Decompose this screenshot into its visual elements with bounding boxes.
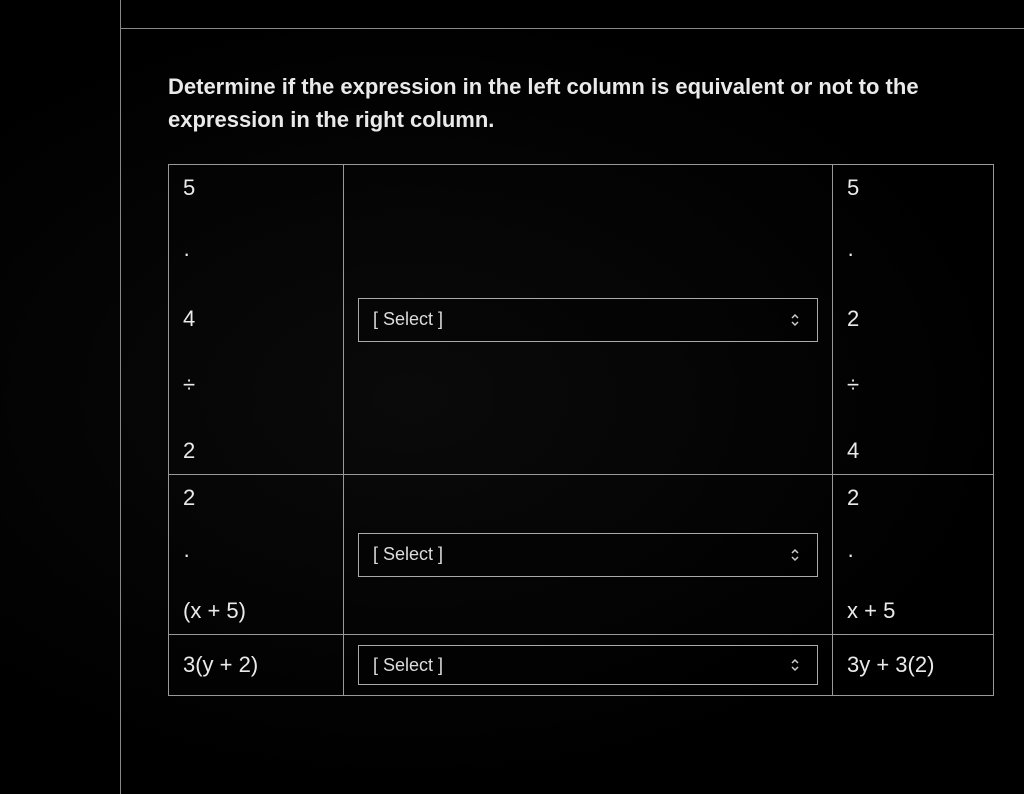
select-label: [ Select ] xyxy=(373,544,443,565)
equivalence-select[interactable]: [ Select ] xyxy=(358,533,818,577)
expr-token: 2 xyxy=(847,485,979,511)
expr-token: 5 xyxy=(183,175,329,201)
left-expression-cell: 5 · 4 ÷ 2 xyxy=(169,165,344,474)
right-expression-cell: 3y + 3(2) xyxy=(833,635,993,695)
expr-token: 2 xyxy=(183,438,329,464)
expr-token: ÷ xyxy=(847,372,979,398)
expr-token: ÷ xyxy=(183,372,329,398)
right-expression-cell: 2 · x + 5 xyxy=(833,475,993,634)
select-label: [ Select ] xyxy=(373,655,443,676)
expr-token: 2 xyxy=(847,306,979,332)
left-expression-cell: 2 · (x + 5) xyxy=(169,475,344,634)
expr-token: 4 xyxy=(183,306,329,332)
updown-icon xyxy=(787,657,803,673)
updown-icon xyxy=(787,547,803,563)
expr-token: 3(y + 2) xyxy=(183,652,329,678)
expression-table: 5 · 4 ÷ 2 [ Select ] xyxy=(168,164,994,696)
equivalence-select[interactable]: [ Select ] xyxy=(358,645,818,685)
select-cell: [ Select ] xyxy=(344,475,833,634)
expr-token: 5 xyxy=(847,175,979,201)
select-cell: [ Select ] xyxy=(344,165,833,474)
expr-token: · xyxy=(847,241,979,267)
question-instruction: Determine if the expression in the left … xyxy=(168,70,994,136)
table-row: 3(y + 2) [ Select ] 3y + 3(2) xyxy=(169,635,993,695)
expr-token: · xyxy=(183,241,329,267)
equivalence-select[interactable]: [ Select ] xyxy=(358,298,818,342)
expr-token: x + 5 xyxy=(847,598,979,624)
expr-token: (x + 5) xyxy=(183,598,329,624)
select-label: [ Select ] xyxy=(373,309,443,330)
expr-token: 3y + 3(2) xyxy=(847,652,979,678)
updown-icon xyxy=(787,312,803,328)
select-cell: [ Select ] xyxy=(344,635,833,695)
table-row: 5 · 4 ÷ 2 [ Select ] xyxy=(169,165,993,475)
table-row: 2 · (x + 5) [ Select ] xyxy=(169,475,993,635)
left-expression-cell: 3(y + 2) xyxy=(169,635,344,695)
expr-token: · xyxy=(183,542,329,568)
expr-token: 4 xyxy=(847,438,979,464)
expr-token: · xyxy=(847,542,979,568)
right-expression-cell: 5 · 2 ÷ 4 xyxy=(833,165,993,474)
expr-token: 2 xyxy=(183,485,329,511)
